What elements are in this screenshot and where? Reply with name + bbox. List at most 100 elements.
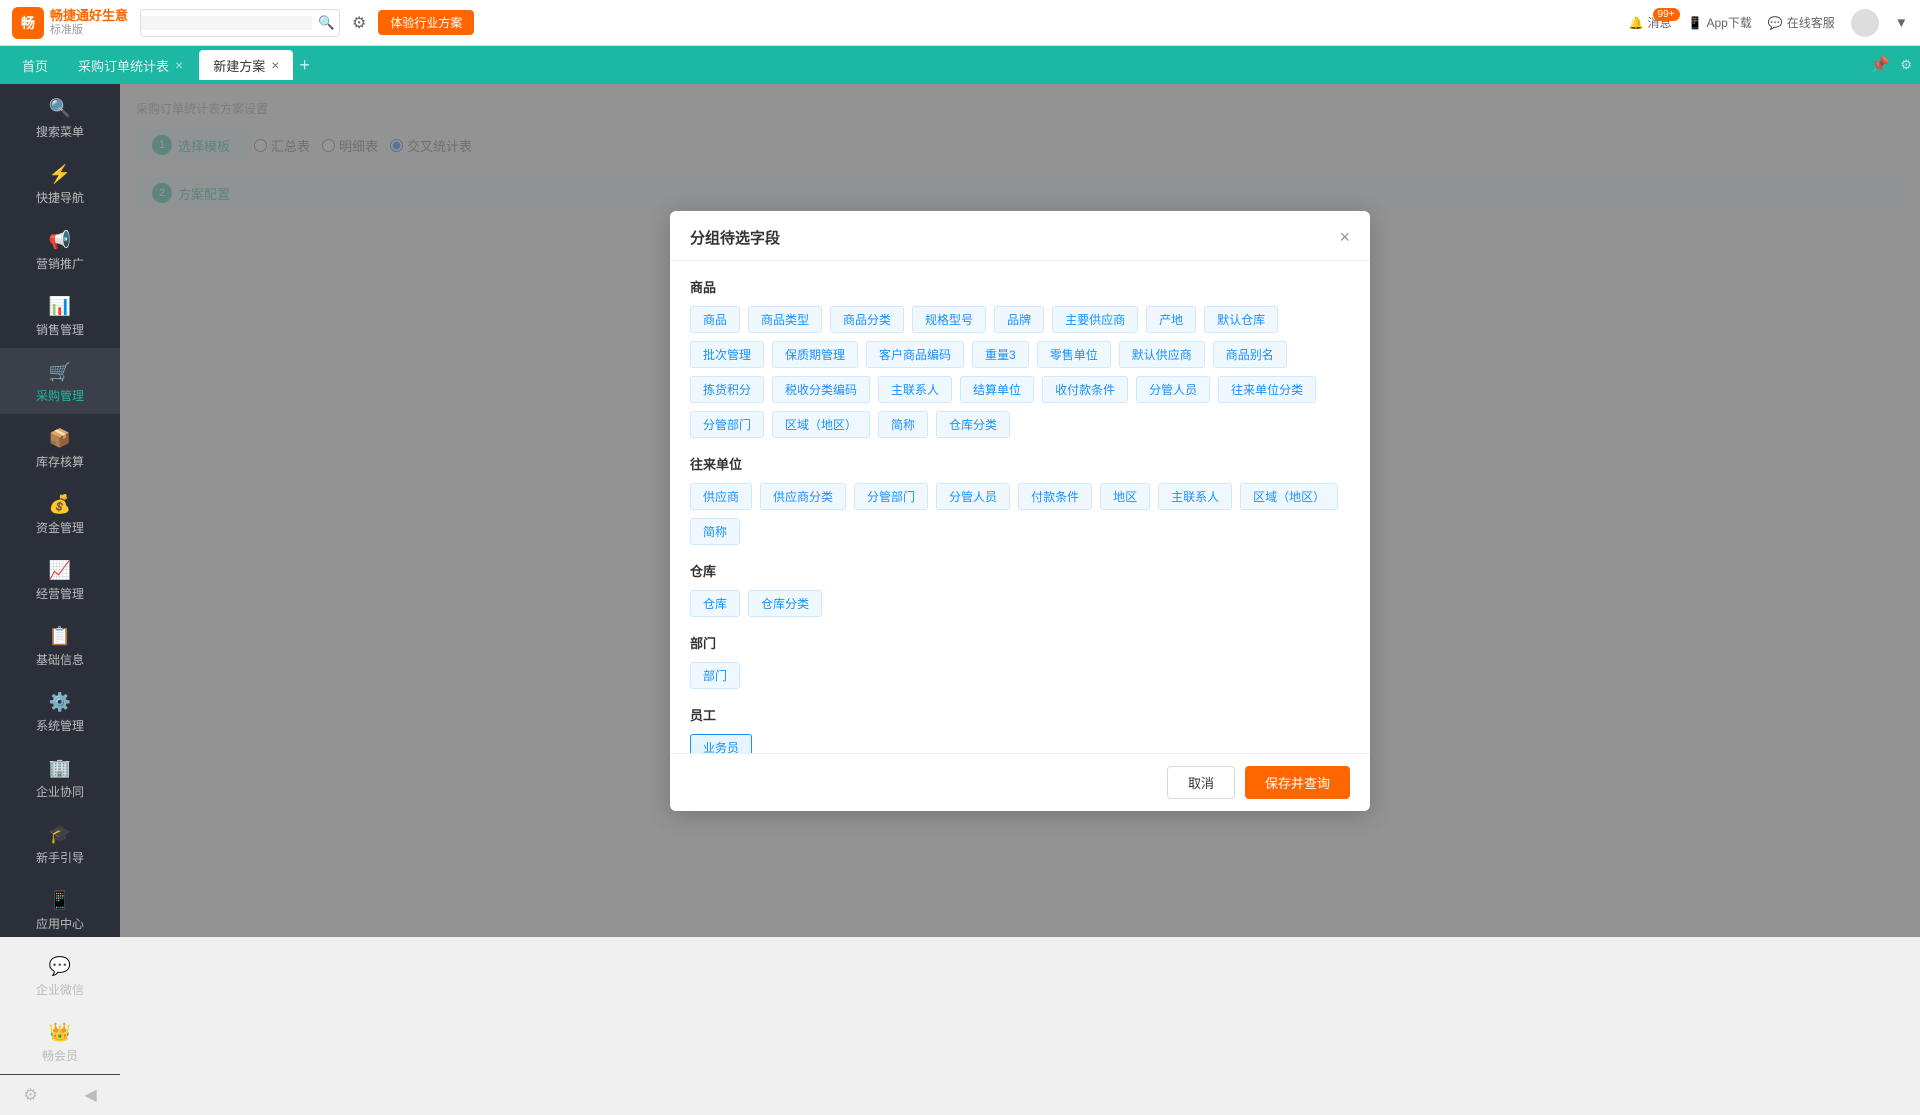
chip-default-supplier[interactable]: 默认供应商 <box>1119 341 1205 368</box>
notification-item[interactable]: 🔔 消息 99+ <box>1629 14 1672 31</box>
save-button[interactable]: 保存并查询 <box>1245 766 1350 799</box>
chip-default-warehouse[interactable]: 默认仓库 <box>1204 306 1278 333</box>
tab-add-button[interactable]: + <box>299 55 310 76</box>
sidebar-settings-button[interactable]: ⚙ <box>23 1085 37 1105</box>
sidebar-item-operations[interactable]: 📈 经营管理 <box>0 546 120 612</box>
chip-payment-cond[interactable]: 付款条件 <box>1018 483 1092 510</box>
sidebar-item-sales[interactable]: 📊 销售管理 <box>0 282 120 348</box>
cancel-button[interactable]: 取消 <box>1167 766 1235 799</box>
search-bar[interactable]: 🔍 <box>140 9 340 37</box>
sidebar-item-operations-label: 经营管理 <box>36 585 84 602</box>
chip-main-supplier[interactable]: 主要供应商 <box>1052 306 1138 333</box>
chip-supplier[interactable]: 供应商 <box>690 483 752 510</box>
trial-button[interactable]: 体验行业方案 <box>378 10 474 35</box>
sidebar-item-finance-label: 资金管理 <box>36 519 84 536</box>
chip-product-alias[interactable]: 商品别名 <box>1213 341 1287 368</box>
chip-product-category[interactable]: 商品分类 <box>830 306 904 333</box>
tab-purchase-stats-label: 采购订单统计表 <box>78 56 169 75</box>
chip-main-contact[interactable]: 主联系人 <box>878 376 952 403</box>
sidebar-item-app-center-label: 应用中心 <box>36 915 84 932</box>
chip-tax-code[interactable]: 税收分类编码 <box>772 376 870 403</box>
section-warehouse-title: 仓库 <box>690 561 1350 580</box>
tab-bar: 首页 采购订单统计表 × 新建方案 × + 📌 ⚙ <box>0 46 1920 84</box>
download-item[interactable]: 📱 App下载 <box>1688 14 1752 31</box>
warehouse-chips: 仓库 仓库分类 <box>690 590 1350 617</box>
avatar[interactable] <box>1851 9 1879 37</box>
sidebar-item-system[interactable]: ⚙️ 系统管理 <box>0 678 120 744</box>
chip-retail-unit[interactable]: 零售单位 <box>1037 341 1111 368</box>
chip-salesperson[interactable]: 业务员 <box>690 734 752 753</box>
sidebar-item-search-menu-label: 搜索菜单 <box>36 123 84 140</box>
user-menu-button[interactable]: ▼ <box>1895 15 1908 30</box>
modal-close-button[interactable]: × <box>1339 227 1350 248</box>
chip-product[interactable]: 商品 <box>690 306 740 333</box>
chip-area[interactable]: 地区 <box>1100 483 1150 510</box>
sidebar-item-purchase[interactable]: 🛒 采购管理 <box>0 348 120 414</box>
chip-payment-terms[interactable]: 收付款条件 <box>1042 376 1128 403</box>
chip-warehouse[interactable]: 仓库 <box>690 590 740 617</box>
logo-text: 畅捷通好生意 标准版 <box>50 8 128 37</box>
chip-product-type[interactable]: 商品类型 <box>748 306 822 333</box>
app-center-icon: 📱 <box>49 890 71 911</box>
chip-warehouse-cat[interactable]: 仓库分类 <box>748 590 822 617</box>
chip-department[interactable]: 部门 <box>690 662 740 689</box>
chip-origin[interactable]: 产地 <box>1146 306 1196 333</box>
sidebar-item-member[interactable]: 👑 畅会员 <box>0 1008 120 1074</box>
section-staff-title: 员工 <box>690 705 1350 724</box>
chip-region[interactable]: 区域（地区） <box>772 411 870 438</box>
chip-supervisor-dept[interactable]: 分管部门 <box>690 411 764 438</box>
sidebar-item-guide[interactable]: 🎓 新手引导 <box>0 810 120 876</box>
tab-new-plan-close-icon[interactable]: × <box>271 57 279 73</box>
chip-partner-dept[interactable]: 分管部门 <box>854 483 928 510</box>
search-input[interactable] <box>141 16 312 30</box>
sidebar-item-system-label: 系统管理 <box>36 717 84 734</box>
sidebar-item-basic-info[interactable]: 📋 基础信息 <box>0 612 120 678</box>
chip-supplier-category[interactable]: 供应商分类 <box>760 483 846 510</box>
tab-purchase-stats[interactable]: 采购订单统计表 × <box>64 50 197 80</box>
search-button[interactable]: 🔍 <box>312 15 340 31</box>
sidebar-item-marketing[interactable]: 📢 营销推广 <box>0 216 120 282</box>
tab-settings-icon[interactable]: ⚙ <box>1900 57 1912 73</box>
modal-body[interactable]: 商品 商品 商品类型 商品分类 规格型号 品牌 主要供应商 产地 默认仓库 批次… <box>670 261 1370 753</box>
chip-settlement-unit[interactable]: 结算单位 <box>960 376 1034 403</box>
service-item[interactable]: 💬 在线客服 <box>1768 14 1835 31</box>
sidebar-bottom: ⚙ ◀ <box>0 1074 120 1115</box>
chip-partner-category[interactable]: 往来单位分类 <box>1218 376 1316 403</box>
marketing-icon: 📢 <box>49 230 71 251</box>
chip-warehouse-category[interactable]: 仓库分类 <box>936 411 1010 438</box>
top-header: 畅 畅捷通好生意 标准版 🔍 ⚙ 体验行业方案 🔔 消息 99+ 📱 App下载… <box>0 0 1920 46</box>
chip-brand[interactable]: 品牌 <box>994 306 1044 333</box>
sidebar-item-inventory[interactable]: 📦 库存核算 <box>0 414 120 480</box>
section-warehouse: 仓库 仓库 仓库分类 <box>690 561 1350 617</box>
section-department-title: 部门 <box>690 633 1350 652</box>
tab-home[interactable]: 首页 <box>8 50 62 80</box>
chip-short-name[interactable]: 简称 <box>878 411 928 438</box>
chip-partner-region[interactable]: 区域（地区） <box>1240 483 1338 510</box>
chip-pick-points[interactable]: 拣货积分 <box>690 376 764 403</box>
chip-shelf-life[interactable]: 保质期管理 <box>772 341 858 368</box>
chip-partner-short-name[interactable]: 简称 <box>690 518 740 545</box>
sidebar-item-wechat[interactable]: 💬 企业微信 <box>0 942 120 1008</box>
chip-supervisor[interactable]: 分管人员 <box>1136 376 1210 403</box>
download-icon: 📱 <box>1688 16 1703 30</box>
sidebar-item-marketing-label: 营销推广 <box>36 255 84 272</box>
tab-pin-icon[interactable]: 📌 <box>1870 55 1890 75</box>
chip-spec-model[interactable]: 规格型号 <box>912 306 986 333</box>
sidebar-item-quick-nav[interactable]: ⚡ 快捷导航 <box>0 150 120 216</box>
sidebar-item-enterprise[interactable]: 🏢 企业协同 <box>0 744 120 810</box>
chip-partner-supervisor[interactable]: 分管人员 <box>936 483 1010 510</box>
chip-weight[interactable]: 重量3 <box>972 341 1029 368</box>
tab-purchase-close-icon[interactable]: × <box>175 57 183 73</box>
chip-customer-code[interactable]: 客户商品编码 <box>866 341 964 368</box>
sidebar-collapse-button[interactable]: ◀ <box>84 1085 96 1105</box>
settings-button[interactable]: ⚙ <box>348 9 370 37</box>
sidebar-item-app-center[interactable]: 📱 应用中心 <box>0 876 120 942</box>
notification-icon: 🔔 <box>1629 16 1644 30</box>
tab-new-plan[interactable]: 新建方案 × <box>199 50 293 80</box>
sidebar-item-finance[interactable]: 💰 资金管理 <box>0 480 120 546</box>
logo-area: 畅 畅捷通好生意 标准版 <box>12 7 132 39</box>
chip-partner-contact[interactable]: 主联系人 <box>1158 483 1232 510</box>
sidebar-item-search-menu[interactable]: 🔍 搜索菜单 <box>0 84 120 150</box>
chip-batch-mgmt[interactable]: 批次管理 <box>690 341 764 368</box>
enterprise-icon: 🏢 <box>49 758 71 779</box>
